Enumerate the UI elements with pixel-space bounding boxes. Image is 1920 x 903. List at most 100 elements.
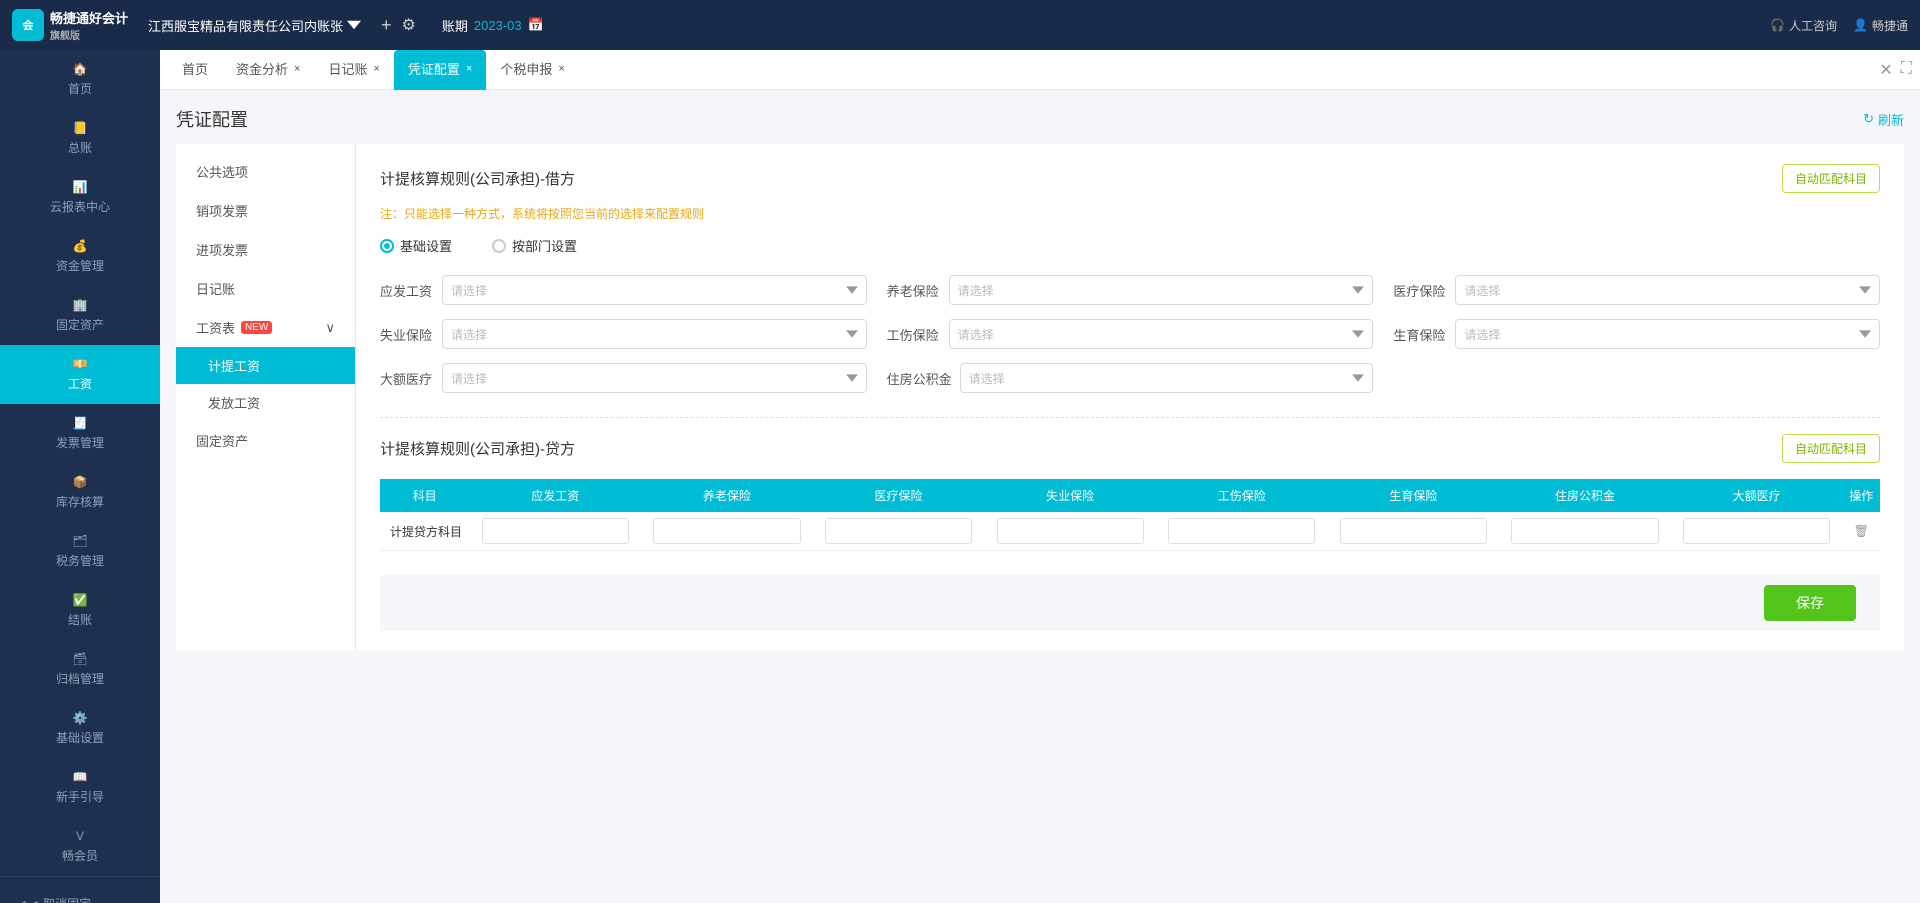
user-area[interactable]: 👤 畅捷通 [1853,17,1908,34]
sidebar-item-reports[interactable]: 📊 云报表中心 [0,168,160,227]
refresh-btn[interactable]: ↻ 刷新 [1863,110,1904,129]
input-gongjijin[interactable] [1511,518,1658,544]
two-panel: 公共选项 销项发票 进项发票 日记账 工资表 NEW [176,144,1904,651]
daeyiliao-placeholder: 请选择 [451,370,487,387]
radio-dept-label: 按部门设置 [512,236,577,255]
nav-fixed-assets[interactable]: 固定资产 [176,421,355,460]
save-btn[interactable]: 保存 [1764,585,1856,621]
daeyiliao-select[interactable]: 请选择 [442,363,867,393]
sidebar-item-salary[interactable]: 💴 工资 [0,345,160,404]
input-yingfa[interactable] [482,518,629,544]
tab-home-label: 首页 [182,59,208,78]
gongshang-select[interactable]: 请选择 [949,319,1374,349]
tax-icon: 🗂 [72,534,87,548]
shengyu-select[interactable]: 请选择 [1455,319,1880,349]
invoice-icon: 🧾 [73,416,88,430]
row-label: 计提贷方科目 [380,512,469,551]
input-shiye[interactable] [997,518,1144,544]
logo-text: 畅捷通好会计 旗舰版 [50,8,128,42]
sidebar-item-settings[interactable]: ⚙️ 基础设置 [0,699,160,758]
debit-section-title: 计提核算规则(公司承担)-借方 [380,168,575,189]
input-shengyu[interactable] [1340,518,1487,544]
input-yiliao[interactable] [825,518,972,544]
nav-purchase[interactable]: 进项发票 [176,230,355,269]
input-yanglao[interactable] [653,518,800,544]
gongshang-label: 工伤保险 [887,325,941,344]
delete-icon[interactable]: 🗑 [1854,524,1869,538]
sidebar-item-inventory[interactable]: 📦 库存核算 [0,463,160,522]
money-icon: 💴 [73,357,88,371]
yanglao-select[interactable]: 请选择 [949,275,1374,305]
chart-icon: 📊 [73,180,88,194]
sidebar-item-guide[interactable]: 📖 新手引导 [0,758,160,817]
unpin-btn[interactable]: ◄◄ 取消固定 [0,887,160,903]
chevron-down-icon: ∨ [325,320,335,336]
debit-auto-match-btn[interactable]: 自动匹配科目 [1782,164,1880,193]
field-shengyu: 生育保险 请选择 [1393,319,1880,349]
sidebar-item-ledger[interactable]: 📒 总账 [0,109,160,168]
tab-home[interactable]: 首页 [168,50,222,90]
sidebar-item-tax[interactable]: 🗂 税务管理 [0,522,160,581]
yanglao-placeholder: 请选择 [958,282,994,299]
add-tab-icon[interactable]: + [381,15,392,36]
gongjijin-select[interactable]: 请选择 [960,363,1374,393]
shiye-placeholder: 请选择 [451,326,487,343]
sidebar-item-home[interactable]: 🏠 首页 [0,50,160,109]
sidebar-item-funds[interactable]: 💰 资金管理 [0,227,160,286]
field-yiliao: 医疗保险 请选择 [1393,275,1880,305]
company-name: 江西服宝精品有限责任公司内账张 [148,16,343,35]
tab-voucher-close[interactable]: × [466,63,472,75]
radio-group: 基础设置 按部门设置 [380,236,1880,255]
settings-icon[interactable]: ⚙ [402,15,416,35]
input-daeyiliao[interactable] [1683,518,1830,544]
tab-funds[interactable]: 资金分析 × [222,50,314,90]
shiye-select[interactable]: 请选择 [442,319,867,349]
building-icon: 🏢 [73,298,88,312]
company-selector[interactable]: 江西服宝精品有限责任公司内账张 [148,16,361,35]
page-title: 凭证配置 [176,106,248,132]
nav-sales[interactable]: 销项发票 [176,191,355,230]
tab-voucher[interactable]: 凭证配置 × [394,50,486,90]
th-shiye: 失业保险 [984,479,1156,512]
expand-icon[interactable]: ⛶ [1901,60,1912,80]
calendar-icon[interactable]: 📅 [528,17,544,33]
daeyiliao-label: 大额医疗 [380,369,434,388]
field-daeyiliao: 大额医疗 请选择 [380,363,867,393]
nav-calc-salary-label: 计提工资 [208,359,260,374]
new-badge: NEW [241,321,272,334]
sidebar-item-member[interactable]: V 畅会员 [0,817,160,876]
radio-basic[interactable]: 基础设置 [380,236,452,255]
tab-journal[interactable]: 日记账 × [314,50,393,90]
nav-pay-salary[interactable]: 发放工资 [176,384,355,421]
sidebar-item-fixed[interactable]: 🏢 固定资产 [0,286,160,345]
human-consult-btn[interactable]: 🎧 人工咨询 [1770,17,1837,34]
gongjijin-placeholder: 请选择 [969,370,1005,387]
input-gongshang[interactable] [1168,518,1315,544]
book-icon: 📒 [73,121,88,135]
nav-pay-salary-label: 发放工资 [208,396,260,411]
tab-funds-close[interactable]: × [294,63,300,75]
nav-salary-table[interactable]: 工资表 NEW ∨ [176,308,355,347]
page-content: 凭证配置 ↻ 刷新 公共选项 销项发票 进项发票 [160,90,1920,903]
logo-area: 会 畅捷通好会计 旗舰版 [12,8,128,42]
sidebar-item-archive[interactable]: 🗃 归档管理 [0,640,160,699]
sidebar-item-checkout[interactable]: ✅ 结账 [0,581,160,640]
logo-icon: 会 [12,9,44,41]
tab-bar: 首页 资金分析 × 日记账 × 凭证配置 × 个税申报 × ✕ ⛶ [160,50,1920,90]
credit-auto-match-btn[interactable]: 自动匹配科目 [1782,434,1880,463]
sidebar-item-invoice[interactable]: 🧾 发票管理 [0,404,160,463]
yingfa-select[interactable]: 请选择 [442,275,867,305]
tab-tax[interactable]: 个税申报 × [486,50,578,90]
nav-public[interactable]: 公共选项 [176,152,355,191]
credit-section-title: 计提核算规则(公司承担)-贷方 [380,438,575,459]
nav-journal[interactable]: 日记账 [176,269,355,308]
close-window-icon[interactable]: ✕ [1879,60,1892,80]
yiliao-select[interactable]: 请选择 [1455,275,1880,305]
tab-tax-close[interactable]: × [558,63,564,75]
cell-daeyiliao [1671,512,1843,551]
tab-journal-close[interactable]: × [373,63,379,75]
radio-dept[interactable]: 按部门设置 [492,236,577,255]
credit-header-row: 计提核算规则(公司承担)-贷方 自动匹配科目 [380,434,1880,471]
nav-calc-salary[interactable]: 计提工资 [176,347,355,384]
page-header: 凭证配置 ↻ 刷新 [176,106,1904,132]
